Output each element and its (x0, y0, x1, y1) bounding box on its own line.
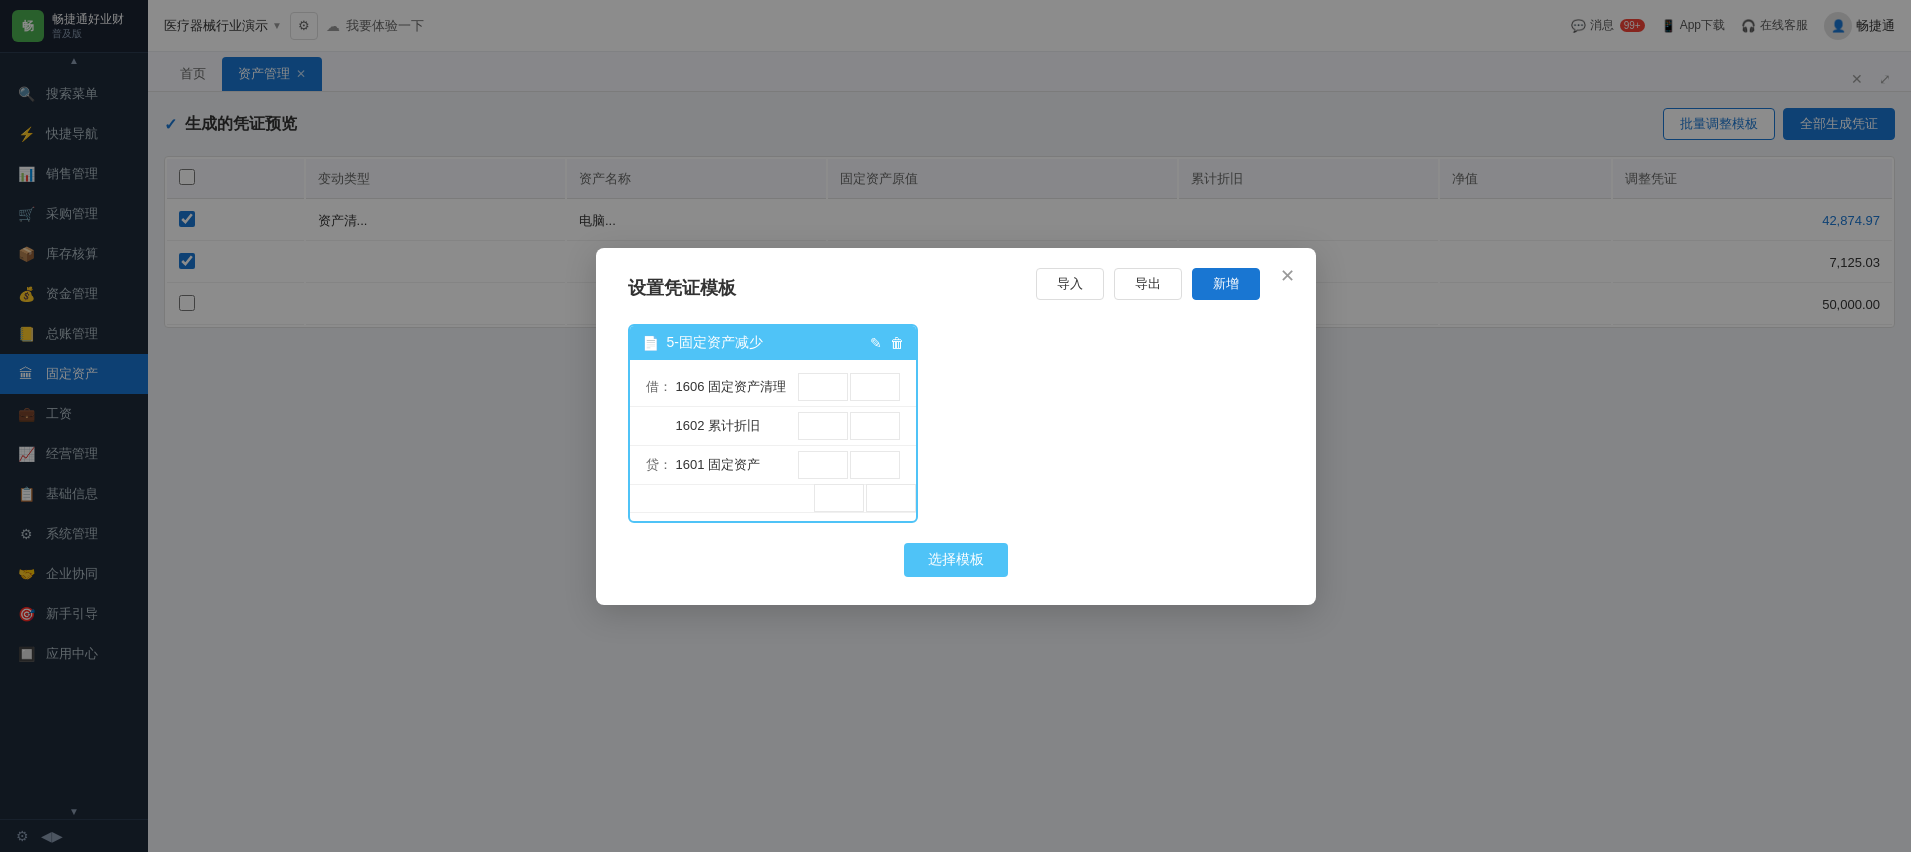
credit-account-1: 1601 固定资产 (676, 456, 796, 474)
export-button[interactable]: 导出 (1114, 268, 1182, 300)
modal: 设置凭证模板 导入 导出 新增 ✕ 📄 5-固定资产减少 ✎ 🗑 (596, 248, 1316, 605)
template-row-debit-2: 1602 累计折旧 (630, 407, 916, 446)
empty-cell-b (866, 484, 916, 512)
credit-cells-1 (796, 451, 900, 479)
empty-cells (812, 484, 916, 512)
template-header-actions: ✎ 🗑 (870, 335, 904, 351)
template-card-header: 📄 5-固定资产减少 ✎ 🗑 (630, 326, 916, 360)
debit-account-2: 1602 累计折旧 (676, 417, 796, 435)
template-row-debit-1: 借： 1606 固定资产清理 (630, 368, 916, 407)
modal-header-actions: 导入 导出 新增 (1036, 268, 1260, 300)
credit-cell-1b (850, 451, 900, 479)
debit-label-1: 借： (646, 378, 676, 396)
new-template-button[interactable]: 新增 (1192, 268, 1260, 300)
template-doc-icon: 📄 (642, 335, 659, 351)
close-icon: ✕ (1280, 265, 1295, 287)
modal-overlay: 设置凭证模板 导入 导出 新增 ✕ 📄 5-固定资产减少 ✎ 🗑 (0, 0, 1911, 852)
debit-cell-1b (850, 373, 900, 401)
template-row-credit-1: 贷： 1601 固定资产 (630, 446, 916, 485)
template-name: 5-固定资产减少 (667, 334, 763, 352)
template-edit-icon[interactable]: ✎ (870, 335, 882, 351)
template-empty-row (630, 485, 916, 513)
debit-cell-1a (798, 373, 848, 401)
empty-cell-a (814, 484, 864, 512)
credit-cell-1a (798, 451, 848, 479)
debit-cell-2b (850, 412, 900, 440)
select-template-button[interactable]: 选择模板 (904, 543, 1008, 577)
debit-account-1: 1606 固定资产清理 (676, 378, 796, 396)
template-header-left: 📄 5-固定资产减少 (642, 334, 763, 352)
debit-cells-2 (796, 412, 900, 440)
template-card-body: 借： 1606 固定资产清理 1602 累计折旧 贷： (630, 360, 916, 521)
debit-cell-2a (798, 412, 848, 440)
template-card: 📄 5-固定资产减少 ✎ 🗑 借： 1606 固定资产清理 (628, 324, 918, 523)
import-button[interactable]: 导入 (1036, 268, 1104, 300)
debit-cells-1 (796, 373, 900, 401)
template-delete-icon[interactable]: 🗑 (890, 335, 904, 351)
credit-label-1: 贷： (646, 456, 676, 474)
modal-close-button[interactable]: ✕ (1276, 264, 1300, 288)
